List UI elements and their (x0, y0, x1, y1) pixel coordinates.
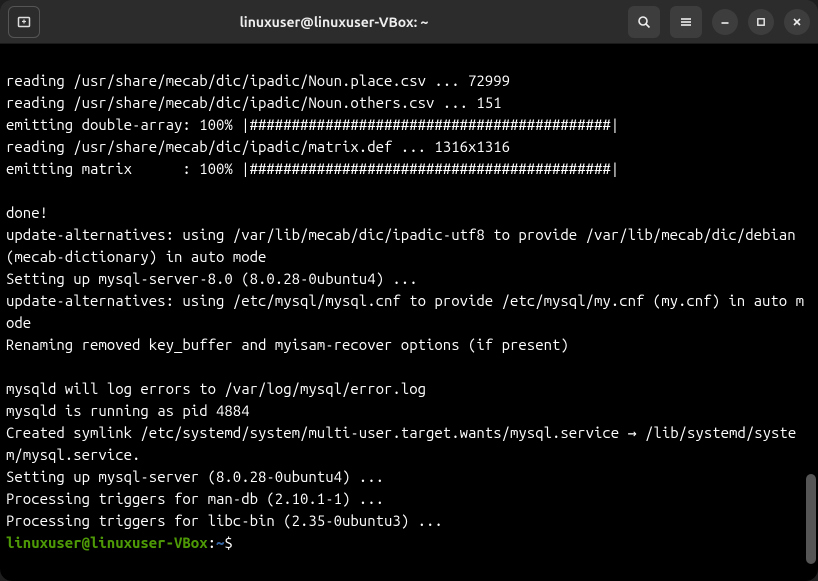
terminal-window: linuxuser@linuxuser-VBox: ~ (0, 0, 818, 581)
terminal-line: Renaming removed key_buffer and myisam-r… (6, 336, 569, 353)
terminal-line: mysqld will log errors to /var/log/mysql… (6, 380, 426, 397)
terminal-line: Processing triggers for man-db (2.10.1-1… (6, 490, 384, 507)
terminal-line: emitting matrix : 100% |################… (6, 160, 628, 177)
scrollbar-thumb[interactable] (806, 474, 816, 564)
terminal-line: Created symlink /etc/systemd/system/mult… (6, 424, 796, 463)
terminal-line: reading /usr/share/mecab/dic/ipadic/Noun… (6, 94, 502, 111)
maximize-button[interactable] (748, 9, 774, 35)
window-title: linuxuser@linuxuser-VBox: ~ (48, 14, 620, 30)
terminal-line: done! (6, 204, 48, 221)
terminal-line: reading /usr/share/mecab/dic/ipadic/matr… (6, 138, 510, 155)
titlebar: linuxuser@linuxuser-VBox: ~ (0, 0, 818, 44)
prompt-line: linuxuser@linuxuser-VBox:~$ (6, 534, 241, 551)
titlebar-right (628, 6, 810, 38)
terminal-line: reading /usr/share/mecab/dic/ipadic/Noun… (6, 72, 510, 89)
menu-button[interactable] (670, 6, 702, 38)
titlebar-left (8, 6, 40, 38)
terminal-line: emitting double-array: 100% |###########… (6, 116, 628, 133)
search-button[interactable] (628, 6, 660, 38)
terminal-line: mysqld is running as pid 4884 (6, 402, 250, 419)
terminal-line: Setting up mysql-server-8.0 (8.0.28-0ubu… (6, 270, 418, 287)
minimize-button[interactable] (712, 9, 738, 35)
terminal-content[interactable]: reading /usr/share/mecab/dic/ipadic/Noun… (4, 48, 814, 577)
terminal-body[interactable]: reading /usr/share/mecab/dic/ipadic/Noun… (0, 44, 818, 581)
prompt-user: linuxuser@linuxuser-VBox (6, 534, 208, 551)
new-tab-button[interactable] (8, 6, 40, 38)
terminal-line: update-alternatives: using /etc/mysql/my… (6, 292, 804, 331)
close-button[interactable] (784, 9, 810, 35)
terminal-line: Processing triggers for libc-bin (2.35-0… (6, 512, 443, 529)
prompt-symbol: $ (224, 534, 232, 551)
terminal-line: Setting up mysql-server (8.0.28-0ubuntu4… (6, 468, 384, 485)
prompt-sep: : (208, 534, 216, 551)
terminal-line: update-alternatives: using /var/lib/meca… (6, 226, 804, 265)
